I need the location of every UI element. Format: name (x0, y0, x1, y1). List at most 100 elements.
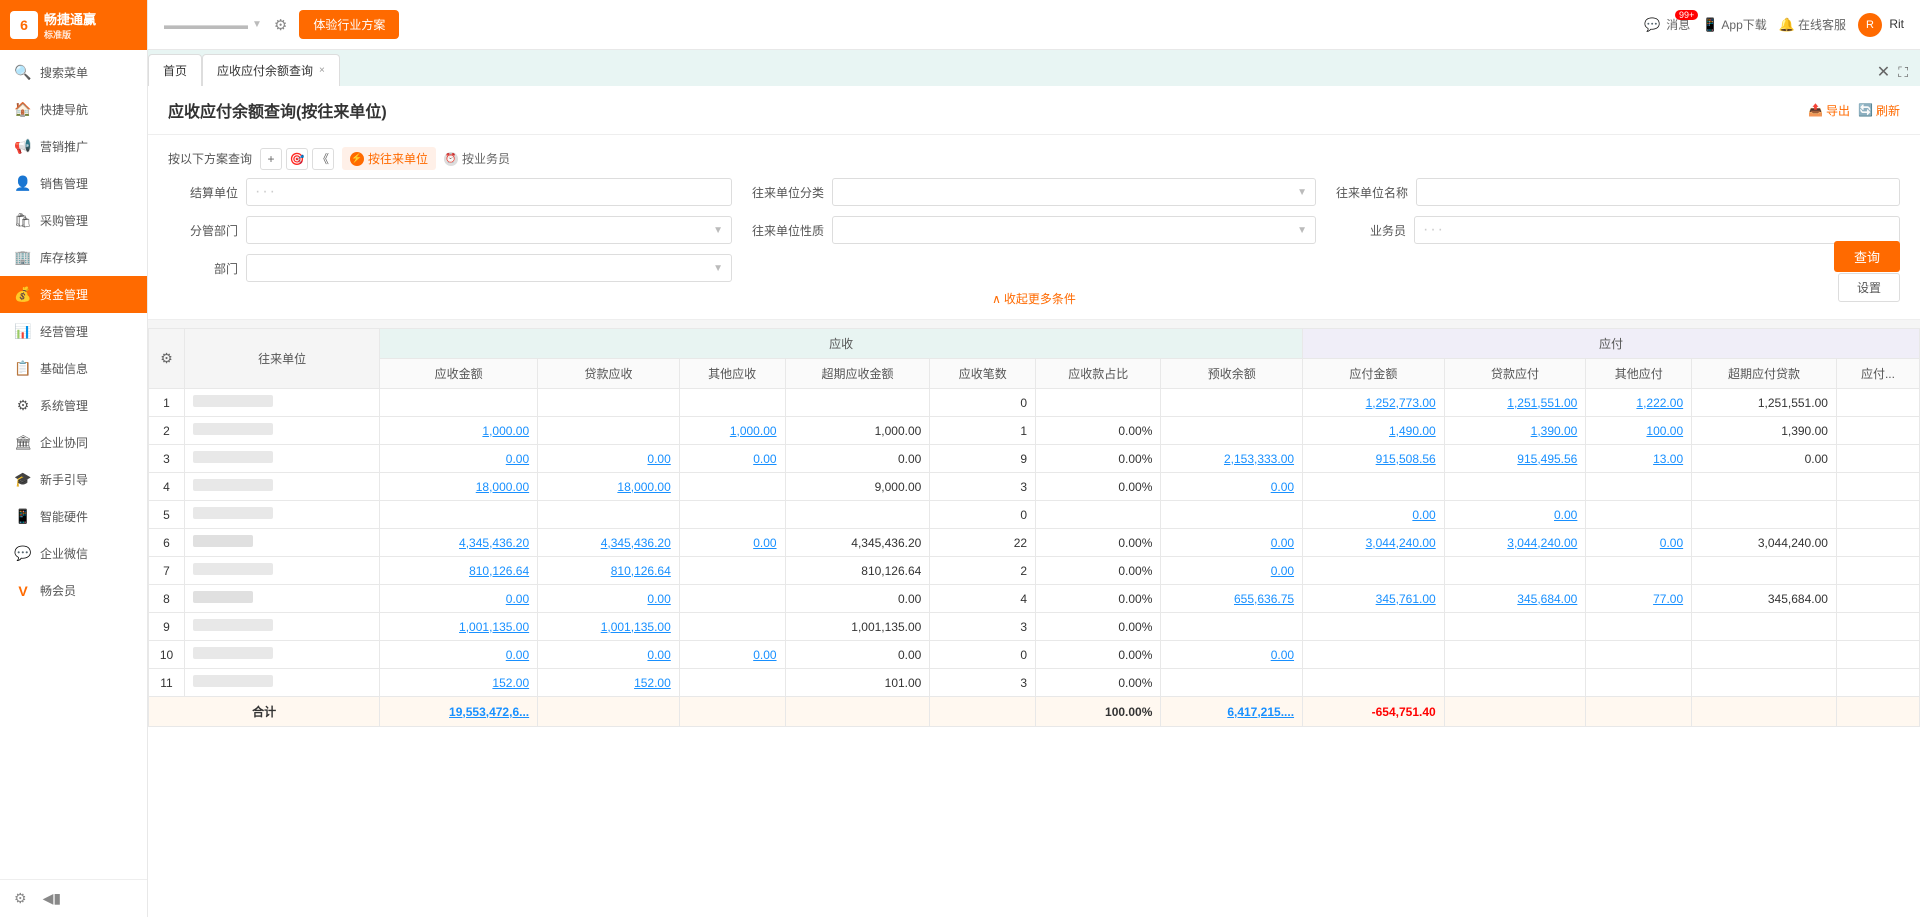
sidebar-item-search[interactable]: 🔍 搜索菜单 (0, 54, 147, 91)
table-cell[interactable]: 0.00 (1303, 501, 1445, 529)
scheme-by-staff[interactable]: ⏰ 按业务员 (436, 147, 518, 170)
sidebar-collapse-icon[interactable]: ◀▮ (43, 890, 61, 907)
sidebar-item-basic[interactable]: 📋 基础信息 (0, 350, 147, 387)
table-cell[interactable]: 345,684.00 (1444, 585, 1586, 613)
table-cell[interactable]: 1,001,135.00 (538, 613, 680, 641)
table-cell[interactable]: 1,001,135.00 (380, 613, 538, 641)
tab-home[interactable]: 首页 (148, 54, 202, 86)
tab-receivable[interactable]: 应收应付余额查询 × (202, 54, 340, 86)
sidebar-item-hardware[interactable]: 📱 智能硬件 (0, 498, 147, 535)
footer-ar-total[interactable]: 19,553,472,6... (380, 697, 538, 727)
table-cell[interactable]: 13.00 (1586, 445, 1692, 473)
branch-dept-input[interactable]: ▼ (246, 216, 732, 244)
table-cell[interactable]: 0.00 (1161, 473, 1303, 501)
table-cell[interactable]: 810,126.64 (380, 557, 538, 585)
sidebar-item-member[interactable]: V 畅会员 (0, 572, 147, 609)
salesperson-input[interactable]: ··· (1414, 216, 1900, 244)
table-cell[interactable]: 0.00 (380, 585, 538, 613)
sidebar-item-inventory[interactable]: 🏢 库存核算 (0, 239, 147, 276)
table-cell[interactable]: 915,495.56 (1444, 445, 1586, 473)
sidebar-item-quicknav[interactable]: 🏠 快捷导航 (0, 91, 147, 128)
table-cell[interactable]: 3,044,240.00 (1303, 529, 1445, 557)
table-cell[interactable]: 1,251,551.00 (1444, 389, 1586, 417)
refresh-button[interactable]: 🔄 刷新 (1858, 102, 1900, 119)
app-download-button[interactable]: 📱 App下载 (1702, 16, 1767, 33)
header-settings-icon[interactable]: ⚙ (274, 16, 287, 34)
unit-name-input[interactable] (1416, 178, 1900, 206)
table-cell[interactable]: 0.00 (380, 641, 538, 669)
table-cell[interactable]: 1,490.00 (1303, 417, 1445, 445)
export-button[interactable]: 📤 导出 (1808, 102, 1850, 119)
close-window-icon[interactable]: ✕ (1877, 62, 1890, 82)
table-cell[interactable]: 152.00 (380, 669, 538, 697)
table-cell[interactable]: 1,222.00 (1586, 389, 1692, 417)
table-cell[interactable]: 1,390.00 (1444, 417, 1586, 445)
table-cell[interactable]: 4,345,436.20 (538, 529, 680, 557)
table-cell[interactable]: 0.00 (538, 445, 680, 473)
user-menu[interactable]: R Rit (1858, 13, 1904, 37)
sidebar-item-finance[interactable]: 💰 资金管理 (0, 276, 147, 313)
table-cell (1161, 417, 1303, 445)
department-input[interactable]: ▼ (246, 254, 732, 282)
salesperson-dots: ··· (1423, 221, 1445, 239)
unit-nature-input[interactable]: ▼ (832, 216, 1316, 244)
table-cell[interactable]: 0.00 (380, 445, 538, 473)
table-cell[interactable]: 0.00 (1161, 529, 1303, 557)
sidebar-item-operations[interactable]: 📊 经营管理 (0, 313, 147, 350)
table-cell[interactable]: 3,044,240.00 (1444, 529, 1586, 557)
tab-close-icon[interactable]: × (319, 65, 325, 76)
table-cell[interactable]: 100.00 (1586, 417, 1692, 445)
setting-button[interactable]: 设置 (1838, 273, 1900, 302)
table-cell[interactable]: 1,252,773.00 (1303, 389, 1445, 417)
collapse-scheme-button[interactable]: 《 (312, 148, 334, 170)
table-row: 64,345,436.204,345,436.200.004,345,436.2… (149, 529, 1920, 557)
sidebar-settings-icon[interactable]: ⚙ (14, 890, 27, 907)
unit-category-input[interactable]: ▼ (832, 178, 1316, 206)
table-cell[interactable]: 810,126.64 (538, 557, 680, 585)
table-cell[interactable]: 345,761.00 (1303, 585, 1445, 613)
add-scheme-button[interactable]: + (260, 148, 282, 170)
th-settings-icon[interactable]: ⚙ (149, 329, 185, 389)
table-cell[interactable]: 915,508.56 (1303, 445, 1445, 473)
table-cell[interactable]: 0.00 (679, 641, 785, 669)
table-cell[interactable]: 0.00 (1161, 557, 1303, 585)
table-cell (1161, 389, 1303, 417)
table-cell[interactable]: 18,000.00 (380, 473, 538, 501)
sidebar-item-marketing[interactable]: 📢 营销推广 (0, 128, 147, 165)
message-button[interactable]: 💬 消息 99+ (1644, 16, 1690, 33)
sidebar-item-system[interactable]: ⚙ 系统管理 (0, 387, 147, 424)
fullscreen-icon[interactable]: ⛶ (1898, 64, 1908, 81)
sidebar-item-purchase[interactable]: 🛍 采购管理 (0, 202, 147, 239)
th-payable-group: 应付 (1303, 329, 1920, 359)
collapse-button[interactable]: ∧ 收起更多条件 (992, 290, 1076, 307)
purchase-icon: 🛍 (14, 212, 32, 229)
solution-button[interactable]: 体验行业方案 (299, 10, 399, 39)
table-cell[interactable]: 0.00 (1161, 641, 1303, 669)
table-cell[interactable]: 152.00 (538, 669, 680, 697)
target-scheme-button[interactable]: 🎯 (286, 148, 308, 170)
table-cell (1303, 669, 1445, 697)
table-cell[interactable]: 0.00 (679, 529, 785, 557)
table-cell[interactable]: 0.00 (1586, 529, 1692, 557)
table-cell[interactable]: 0.00 (538, 585, 680, 613)
online-service-button[interactable]: 🔔 在线客服 (1779, 16, 1846, 33)
table-cell[interactable]: 1,000.00 (380, 417, 538, 445)
sidebar-item-beginner[interactable]: 🎓 新手引导 (0, 461, 147, 498)
table-cell[interactable]: 0.00 (1444, 501, 1586, 529)
settlement-unit-input[interactable]: ··· (246, 178, 732, 206)
table-cell[interactable]: 655,636.75 (1161, 585, 1303, 613)
sidebar-item-enterprise[interactable]: 🏛 企业协同 (0, 424, 147, 461)
table-cell[interactable]: 1,000.00 (679, 417, 785, 445)
footer-ar-prepaid[interactable]: 6,417,215.... (1161, 697, 1303, 727)
scheme-by-unit[interactable]: ⚡ 按往来单位 (342, 147, 436, 170)
sidebar-item-sales[interactable]: 👤 销售管理 (0, 165, 147, 202)
table-cell[interactable]: 4,345,436.20 (380, 529, 538, 557)
table-cell[interactable]: 2,153,333.00 (1161, 445, 1303, 473)
table-cell[interactable]: 18,000.00 (538, 473, 680, 501)
sidebar-item-wechat[interactable]: 💬 企业微信 (0, 535, 147, 572)
table-cell[interactable]: 77.00 (1586, 585, 1692, 613)
query-button[interactable]: 查询 (1834, 241, 1900, 272)
table-cell[interactable]: 0.00 (679, 445, 785, 473)
table-settings-icon[interactable]: ⚙ (160, 350, 173, 366)
table-cell[interactable]: 0.00 (538, 641, 680, 669)
